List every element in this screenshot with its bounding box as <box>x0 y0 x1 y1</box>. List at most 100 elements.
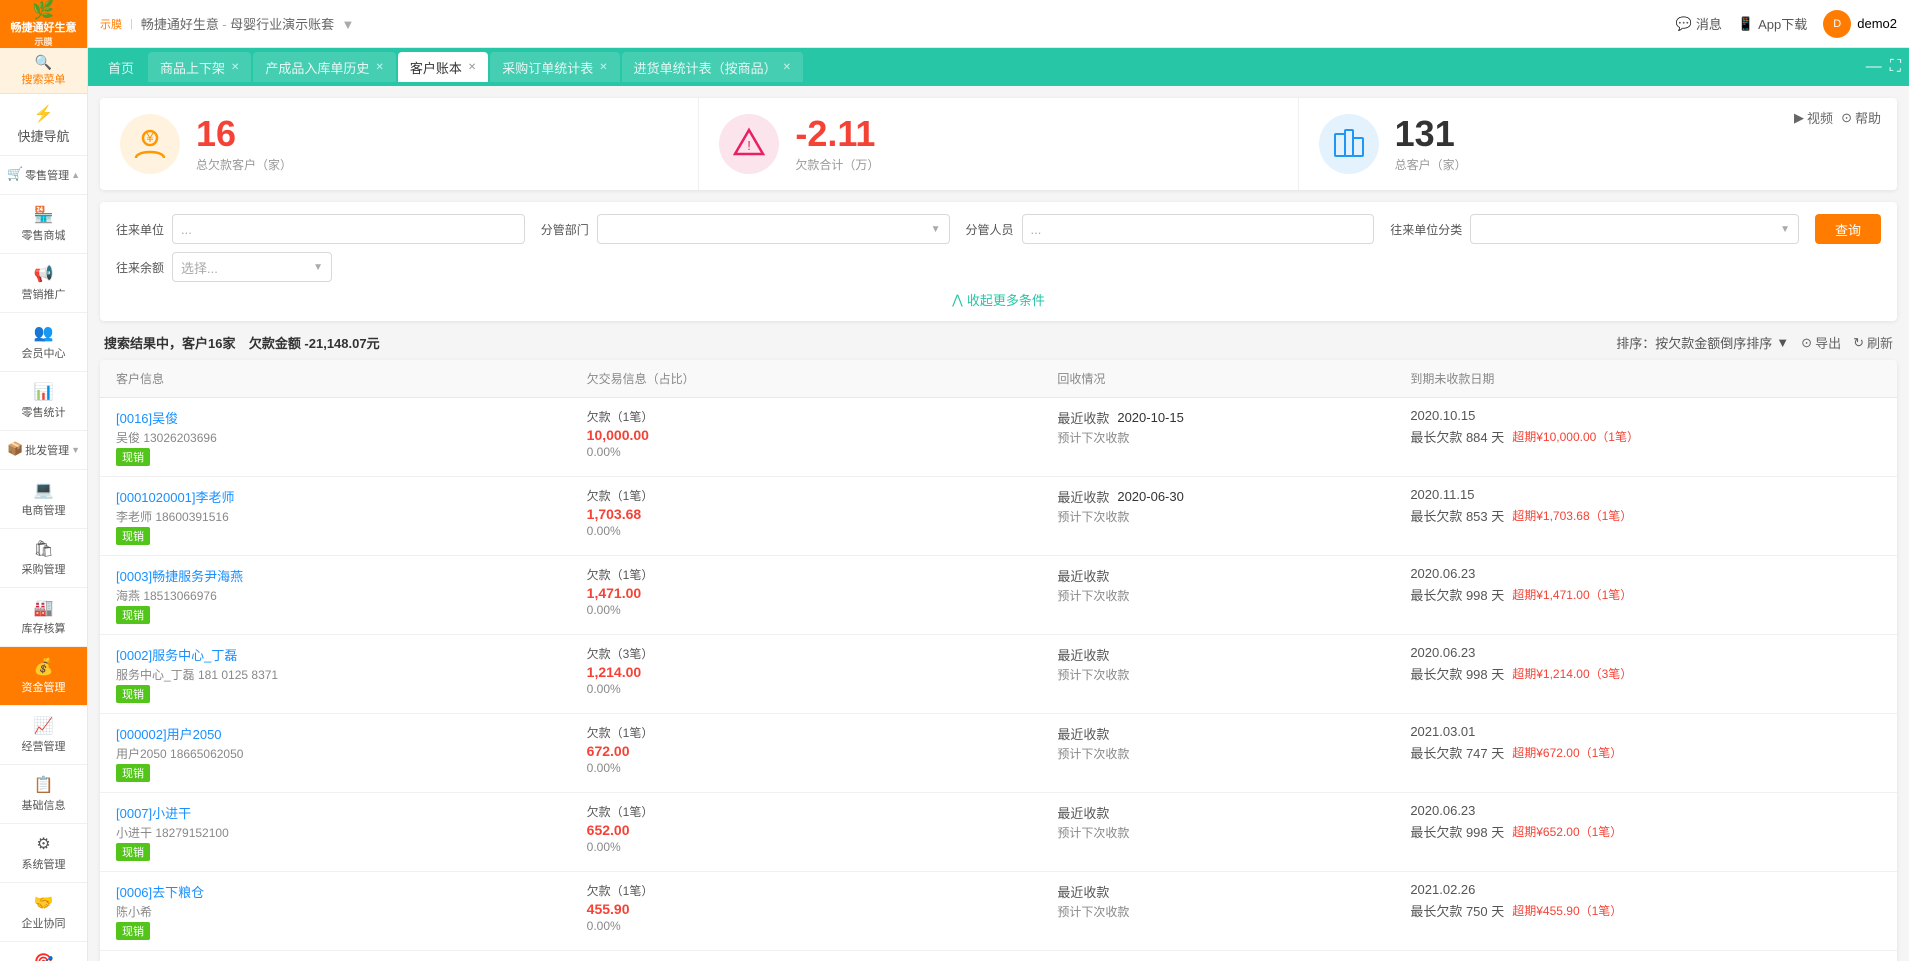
tab-close-purchase-stats[interactable]: ✕ <box>783 62 791 73</box>
sidebar-item-retail-stats[interactable]: 📊 零售统计 <box>0 372 87 431</box>
debt-percent-0: 0.00% <box>587 445 1058 459</box>
customer-name-2[interactable]: [0003]畅捷服务尹海燕 <box>116 566 587 585</box>
sidebar-item-inventory[interactable]: 🏭 库存核算 <box>0 588 87 647</box>
dept-input[interactable]: ▼ <box>597 214 950 244</box>
overdue-link-2[interactable]: 超期¥1,471.00（1笔） <box>1512 586 1632 603</box>
customer-name-1[interactable]: [0001020001]李老师 <box>116 487 587 506</box>
sidebar-item-marketing[interactable]: 📢 营销推广 <box>0 254 87 313</box>
sidebar-item-retail-mgmt[interactable]: 🛒 零售管理 ▲ <box>0 156 87 195</box>
customer-name-3[interactable]: [0002]服务中心_丁磊 <box>116 645 587 664</box>
tab-close-product-history[interactable]: ✕ <box>375 62 383 73</box>
sidebar-item-batch-mgmt[interactable]: 📦 批发管理 ▼ <box>0 431 87 470</box>
cell-payback-3: 最近收款 预计下次收款 <box>1057 645 1410 683</box>
header-app-download-btn[interactable]: 📱 App下载 <box>1738 14 1807 33</box>
overdue-link-4[interactable]: 超期¥672.00（1笔） <box>1512 744 1622 761</box>
overdue-date-4: 2021.03.01 <box>1410 724 1881 739</box>
payback-recent-3: 最近收款 <box>1057 645 1410 664</box>
header-message-btn[interactable]: 💬 消息 <box>1676 14 1722 33</box>
cell-overdue-0: 2020.10.15 最长欠款 884 天 超期¥10,000.00（1笔） <box>1410 408 1881 446</box>
debtors-icon: ¥ <box>120 114 180 174</box>
tab-purchase-order[interactable]: 采购订单统计表 ✕ <box>490 52 619 82</box>
customer-name-5[interactable]: [0007]小进干 <box>116 803 587 822</box>
payback-next-1: 预计下次收款 <box>1057 508 1410 525</box>
sidebar-item-basic-info[interactable]: 📋 基础信息 <box>0 765 87 824</box>
customer-name-6[interactable]: [0006]去下粮仓 <box>116 882 587 901</box>
view-video-btn[interactable]: ▶ 视频 <box>1794 108 1833 127</box>
table-header: 客户信息 欠交易信息（占比） 回收情况 到期未收款日期 <box>100 360 1897 398</box>
sort-dropdown[interactable]: 排序：按欠款金额倒序排序 ▼ <box>1616 333 1789 352</box>
tab-customer-account[interactable]: 客户账本 ✕ <box>398 52 488 82</box>
customer-tag-4: 现销 <box>116 764 150 782</box>
debt-label-3: 欠款（3笔） <box>587 645 1058 662</box>
customer-tag-2: 现销 <box>116 606 150 624</box>
sidebar-item-member[interactable]: 👥 会员中心 <box>0 313 87 372</box>
sidebar-item-guide[interactable]: 🎯 新手引导 <box>0 942 87 961</box>
tab-close-purchase-order[interactable]: ✕ <box>599 62 607 73</box>
tab-close-customer-account[interactable]: ✕ <box>468 62 476 73</box>
filter-source-unit-label: 往来单位 <box>116 221 164 238</box>
tab-home[interactable]: 首页 <box>96 52 146 82</box>
brand-tagline: 示膜 <box>11 35 77 48</box>
sidebar-logo: 🌿 畅捷通好生意 示膜 <box>0 0 87 48</box>
customer-phone-5: 小进干 18279152100 <box>116 824 587 841</box>
overdue-link-1[interactable]: 超期¥1,703.68（1笔） <box>1512 507 1632 524</box>
debt-percent-3: 0.00% <box>587 682 1058 696</box>
balance-input[interactable]: 选择... ▼ <box>172 252 332 282</box>
filter-collapse-row: ⋀ 收起更多条件 <box>116 290 1881 309</box>
total-customers-value: 131 <box>1395 116 1467 152</box>
header-brand: 畅捷通好生意 - 母婴行业演示账套 ▼ <box>141 14 355 33</box>
header-user-menu[interactable]: D demo2 <box>1823 10 1897 38</box>
debt-percent-4: 0.00% <box>587 761 1058 775</box>
filter-dept: 分管部门 ▼ <box>541 214 950 244</box>
tab-minimize-btn[interactable]: — <box>1866 58 1882 76</box>
cell-payback-6: 最近收款 预计下次收款 <box>1057 882 1410 920</box>
payback-next-6: 预计下次收款 <box>1057 903 1410 920</box>
table-row: [0002]服务中心_丁磊 服务中心_丁磊 181 0125 8371 现销 欠… <box>100 635 1897 714</box>
overdue-info-4: 最长欠款 747 天 超期¥672.00（1笔） <box>1410 743 1881 762</box>
refresh-btn[interactable]: ↻ 刷新 <box>1853 333 1893 352</box>
debt-label-4: 欠款（1笔） <box>587 724 1058 741</box>
source-unit-input[interactable]: ... <box>172 214 525 244</box>
debt-percent-6: 0.00% <box>587 919 1058 933</box>
svg-text:!: ! <box>748 138 752 153</box>
overdue-link-0[interactable]: 超期¥10,000.00（1笔） <box>1512 428 1639 445</box>
th-customer: 客户信息 <box>116 370 587 387</box>
tab-maximize-btn[interactable]: ⛶ <box>1890 58 1901 76</box>
cell-debt-4: 欠款（1笔） 672.00 0.00% <box>587 724 1058 775</box>
app-header: 示膜 | 畅捷通好生意 - 母婴行业演示账套 ▼ 💬 消息 📱 App下载 D … <box>88 0 1909 48</box>
sidebar-item-finance[interactable]: 💰 资金管理 <box>0 647 87 706</box>
tab-purchase-stats[interactable]: 进货单统计表（按商品） ✕ <box>622 52 803 82</box>
tab-product-history[interactable]: 产成品入库单历史 ✕ <box>253 52 395 82</box>
sidebar-item-quick-nav[interactable]: ⚡ 快捷导航 <box>0 94 87 156</box>
sidebar-item-system[interactable]: ⚙ 系统管理 <box>0 824 87 883</box>
sidebar-item-retail-mall[interactable]: 🏪 零售商城 <box>0 195 87 254</box>
tab-close-product-online[interactable]: ✕ <box>231 62 239 73</box>
person-input[interactable]: ... <box>1022 214 1375 244</box>
category-input[interactable]: ▼ <box>1470 214 1799 244</box>
customer-name-4[interactable]: [000002]用户2050 <box>116 724 587 743</box>
stat-card-top-btns: ▶ 视频 ⊙ 帮助 <box>1794 108 1881 127</box>
filter-row-2: 往来余额 选择... ▼ <box>116 252 1881 282</box>
debtors-content: 16 总欠款客户（家） <box>196 116 292 173</box>
customer-name-0[interactable]: [0016]吴俊 <box>116 408 587 427</box>
overdue-link-6[interactable]: 超期¥455.90（1笔） <box>1512 902 1622 919</box>
overdue-link-3[interactable]: 超期¥1,214.00（3笔） <box>1512 665 1632 682</box>
search-button[interactable]: 查询 <box>1815 214 1881 244</box>
overdue-date-6: 2021.02.26 <box>1410 882 1881 897</box>
header-home-link[interactable]: 示膜 <box>100 16 122 32</box>
tab-product-online[interactable]: 商品上下架 ✕ <box>148 52 251 82</box>
export-btn[interactable]: ⊙ 导出 <box>1801 333 1841 352</box>
page-content: ¥ 16 总欠款客户（家） ! -2.11 欠款合计（万） <box>88 86 1909 961</box>
overdue-days-1: 最长欠款 853 天 <box>1410 506 1504 525</box>
sidebar-item-purchase[interactable]: 🛍 采购管理 <box>0 529 87 588</box>
sidebar-search-menu[interactable]: 🔍 搜索菜单 <box>0 48 87 94</box>
customer-tag-1: 现销 <box>116 527 150 545</box>
sidebar-item-ecommerce[interactable]: 💻 电商管理 <box>0 470 87 529</box>
table-row: [0003]畅捷服务尹海燕 海燕 18513066976 现销 欠款（1笔） 1… <box>100 556 1897 635</box>
overdue-link-5[interactable]: 超期¥652.00（1笔） <box>1512 823 1622 840</box>
sidebar-item-operations[interactable]: 📈 经营管理 <box>0 706 87 765</box>
collapse-filter-btn[interactable]: ⋀ 收起更多条件 <box>952 290 1045 309</box>
cell-overdue-4: 2021.03.01 最长欠款 747 天 超期¥672.00（1笔） <box>1410 724 1881 762</box>
help-btn[interactable]: ⊙ 帮助 <box>1841 108 1881 127</box>
sidebar-item-enterprise[interactable]: 🤝 企业协同 <box>0 883 87 942</box>
